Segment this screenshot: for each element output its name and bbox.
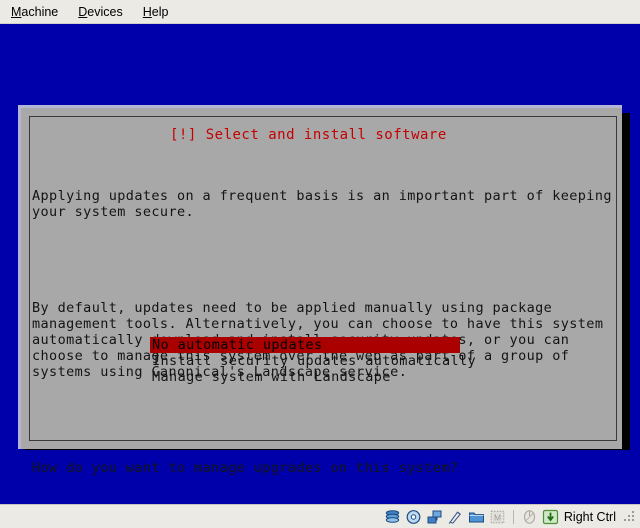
shared-folders-icon[interactable] xyxy=(468,509,485,525)
status-bar: M Right Ctrl xyxy=(0,504,640,528)
virtualbox-window: Machine Devices Help [!] Select and inst… xyxy=(0,0,640,528)
guest-console-screen[interactable]: [!] Select and install software Applying… xyxy=(0,24,640,504)
host-key-label: Right Ctrl xyxy=(563,509,616,524)
svg-text:M: M xyxy=(494,512,501,522)
menu-devices-accelerator: D xyxy=(78,4,88,19)
menu-machine-accelerator: M xyxy=(11,4,22,19)
paragraph-spacer-2 xyxy=(32,412,602,428)
menu-help-accelerator: H xyxy=(142,4,152,19)
menu-item-devices[interactable]: Devices xyxy=(69,2,131,22)
network-adapter-icon[interactable] xyxy=(426,509,443,525)
menu-item-machine[interactable]: Machine xyxy=(2,2,67,22)
status-bar-separator xyxy=(512,509,514,524)
usb-device-icon[interactable] xyxy=(447,509,464,525)
resize-grip[interactable] xyxy=(624,510,636,523)
menu-help-label-rest: elp xyxy=(151,4,169,19)
hard-disk-icon[interactable] xyxy=(384,509,401,525)
optical-disk-icon[interactable] xyxy=(405,509,422,525)
option-install-security-updates-automatically[interactable]: Install security updates automatically xyxy=(150,353,476,369)
mouse-integration-icon[interactable] xyxy=(521,509,538,525)
menu-bar: Machine Devices Help xyxy=(0,0,640,24)
display-icon[interactable]: M xyxy=(489,509,506,525)
host-key-icon[interactable] xyxy=(542,509,559,525)
paragraph-spacer-1 xyxy=(32,252,602,268)
dialog-title: [!] Select and install software xyxy=(160,127,457,144)
option-no-automatic-updates[interactable]: No automatic updates xyxy=(150,337,460,353)
menu-devices-label-rest: evices xyxy=(87,4,123,19)
menu-item-help[interactable]: Help xyxy=(134,2,178,22)
dialog-paragraph-1: Applying updates on a frequent basis is … xyxy=(32,188,612,220)
option-manage-system-with-landscape[interactable]: Manage system with Landscape xyxy=(150,369,458,385)
menu-machine-label-rest: achine xyxy=(21,4,59,19)
dialog-question: How do you want to manage upgrades on th… xyxy=(32,460,459,476)
dialog-body-text: Applying updates on a frequent basis is … xyxy=(32,156,612,504)
upgrade-option-list: No automatic updates Install security up… xyxy=(150,337,476,385)
